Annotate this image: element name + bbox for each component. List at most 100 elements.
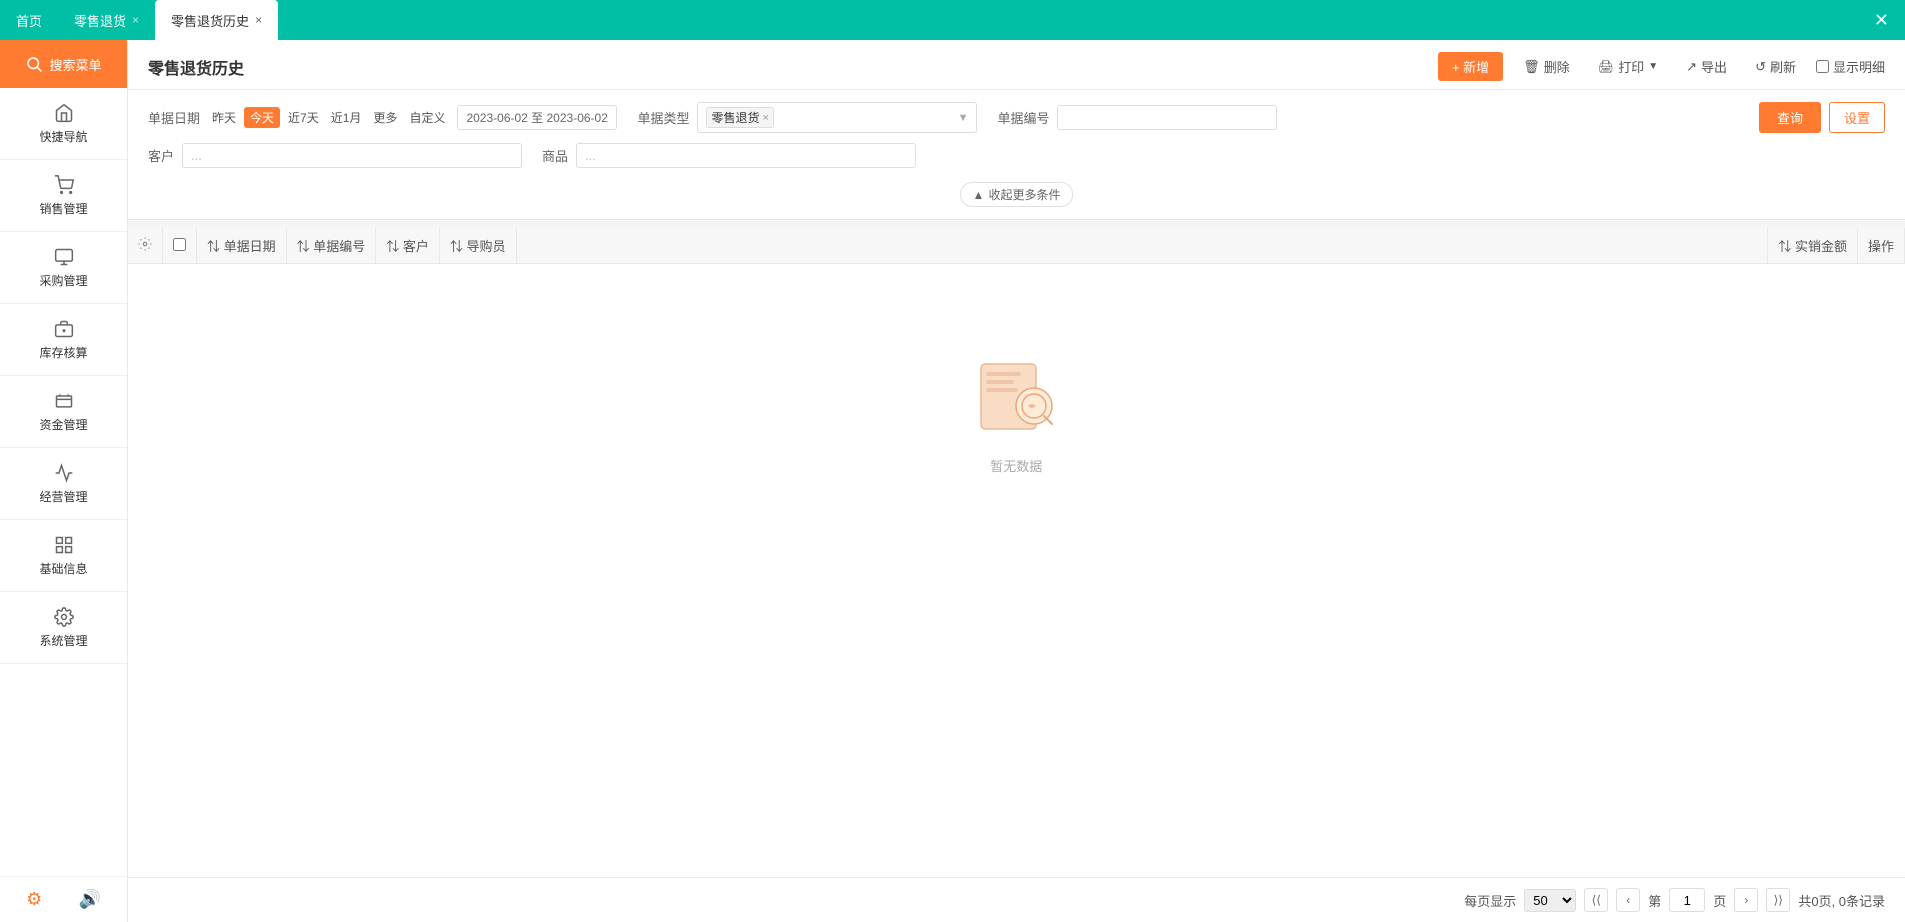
voucher-type-select[interactable]: 零售退货 × ▼: [697, 102, 977, 133]
collapse-button[interactable]: ▲ 收起更多条件: [960, 182, 1074, 207]
tab-retail-return[interactable]: 零售退货 ×: [58, 0, 155, 40]
tab-home[interactable]: 首页: [0, 0, 58, 40]
guide-col-label: ⇅ 导购员: [450, 239, 506, 254]
date-col-label: ⇅ 单据日期: [207, 239, 276, 254]
export-label: 导出: [1701, 57, 1727, 76]
voucher-type-tag-close[interactable]: ×: [762, 112, 768, 124]
print-label: 打印: [1618, 57, 1644, 76]
voucher-type-label: 单据类型: [637, 108, 689, 127]
goods-select[interactable]: ...: [576, 143, 916, 168]
goods-placeholder: ...: [585, 148, 596, 163]
print-button[interactable]: 🖨 打印 ▼: [1590, 53, 1666, 80]
sidebar-item-label: 快捷导航: [39, 128, 87, 145]
sidebar-item-sales[interactable]: 销售管理: [0, 160, 127, 232]
page-header: 零售退货历史 + 新增 🗑 删除 🖨 打印 ▼ ↗ 导出 ↺: [128, 40, 1905, 90]
tab-retail-return-close[interactable]: ×: [132, 13, 139, 27]
pagination-summary: 共0页, 0条记录: [1798, 891, 1885, 910]
date-opt-yesterday[interactable]: 昨天: [208, 107, 240, 128]
date-filter-group: 单据日期 昨天 今天 近7天 近1月 更多 自定义 2023-06-02 至 2…: [148, 105, 617, 130]
window-close-button[interactable]: ✕: [1858, 10, 1905, 31]
export-button[interactable]: ↗ 导出: [1678, 53, 1735, 80]
empty-state: 暂无数据: [128, 264, 1905, 555]
no-col-header[interactable]: ⇅ 单据编号: [286, 228, 376, 264]
spacer-col-header: [516, 228, 1768, 264]
date-opt-7days[interactable]: 近7天: [284, 107, 323, 128]
voucher-type-tag-label: 零售退货: [711, 109, 759, 126]
sidebar-search-label: 搜索菜单: [49, 55, 101, 74]
delete-icon: 🗑: [1523, 59, 1540, 75]
voucher-no-group: 单据编号: [997, 105, 1277, 130]
table-header-row: ⇅ 单据日期 ⇅ 单据编号 ⇅ 客户 ⇅ 导购员 ⇅: [128, 228, 1905, 264]
content-area: 零售退货历史 + 新增 🗑 删除 🖨 打印 ▼ ↗ 导出 ↺: [128, 40, 1905, 922]
tab-retail-return-history-close[interactable]: ×: [255, 13, 262, 27]
filter-action-buttons: 查询 设置: [1759, 102, 1885, 133]
date-opt-more[interactable]: 更多: [369, 107, 401, 128]
sales-icon: [53, 174, 75, 196]
amount-col-label: ⇅ 实销金额: [1778, 239, 1847, 254]
last-page-button[interactable]: ⟩⟩: [1766, 888, 1790, 912]
sidebar-item-finance[interactable]: 资金管理: [0, 376, 127, 448]
tab-list: 首页 零售退货 × 零售退货历史 ×: [0, 0, 1858, 40]
filter-area: 单据日期 昨天 今天 近7天 近1月 更多 自定义 2023-06-02 至 2…: [128, 90, 1905, 220]
sidebar-item-quick-nav[interactable]: 快捷导航: [0, 88, 127, 160]
voucher-no-input[interactable]: [1057, 105, 1277, 130]
data-table: ⇅ 单据日期 ⇅ 单据编号 ⇅ 客户 ⇅ 导购员 ⇅: [128, 228, 1905, 555]
sidebar-item-label: 销售管理: [39, 200, 87, 217]
customer-select[interactable]: ...: [182, 143, 522, 168]
per-page-label: 每页显示: [1464, 891, 1516, 910]
sidebar-item-inventory[interactable]: 库存核算: [0, 304, 127, 376]
action-col-header: 操作: [1857, 228, 1904, 264]
date-col-header[interactable]: ⇅ 单据日期: [197, 228, 287, 264]
settings-button[interactable]: 设置: [1829, 102, 1885, 133]
sidebar-item-label: 资金管理: [39, 416, 87, 433]
print-chevron-icon: ▼: [1648, 61, 1658, 72]
customer-placeholder: ...: [191, 148, 202, 163]
sidebar-item-purchase[interactable]: 采购管理: [0, 232, 127, 304]
page-input[interactable]: [1669, 888, 1705, 912]
print-icon: 🖨: [1598, 59, 1615, 75]
prev-page-button[interactable]: ‹: [1616, 888, 1640, 912]
tab-home-label: 首页: [16, 11, 42, 30]
next-page-button[interactable]: ›: [1734, 888, 1758, 912]
settings-col-header[interactable]: [128, 228, 163, 264]
tab-retail-return-history[interactable]: 零售退货历史 ×: [155, 0, 278, 40]
goods-label: 商品: [542, 146, 568, 165]
date-opt-today[interactable]: 今天: [244, 107, 280, 128]
first-page-button[interactable]: ⟨⟨: [1584, 888, 1608, 912]
audio-button[interactable]: 🔊: [78, 889, 100, 910]
guide-col-header[interactable]: ⇅ 导购员: [439, 228, 516, 264]
page-title: 零售退货历史: [148, 55, 244, 79]
sidebar-item-operations[interactable]: 经营管理: [0, 448, 127, 520]
refresh-button[interactable]: ↺ 刷新: [1747, 53, 1804, 80]
show-detail-input[interactable]: [1816, 60, 1829, 73]
sidebar-search[interactable]: 搜索菜单: [0, 40, 127, 88]
basic-info-icon: [53, 534, 75, 556]
no-col-label: ⇅ 单据编号: [297, 239, 366, 254]
finance-icon: [53, 390, 75, 412]
collapse-bar: ▲ 收起更多条件: [148, 178, 1885, 207]
customer-label: 客户: [148, 146, 174, 165]
system-icon: [53, 606, 75, 628]
show-detail-checkbox[interactable]: 显示明细: [1816, 57, 1885, 76]
sidebar-item-label: 库存核算: [39, 344, 87, 361]
sidebar-item-label: 基础信息: [39, 560, 87, 577]
date-opt-1month[interactable]: 近1月: [327, 107, 366, 128]
per-page-select[interactable]: 50 10 20 100: [1524, 889, 1576, 912]
customer-col-label: ⇅ 客户: [386, 239, 429, 254]
goods-filter-group: 商品 ...: [542, 143, 916, 168]
delete-button[interactable]: 🗑 删除: [1515, 53, 1578, 80]
add-button[interactable]: + 新增: [1438, 52, 1503, 81]
amount-col-header[interactable]: ⇅ 实销金额: [1768, 228, 1858, 264]
page-suffix: 页: [1713, 891, 1726, 910]
customer-col-header[interactable]: ⇅ 客户: [376, 228, 440, 264]
settings-gear-button[interactable]: ⚙: [26, 889, 42, 910]
date-opt-custom[interactable]: 自定义: [405, 107, 449, 128]
select-all-checkbox[interactable]: [173, 238, 186, 251]
main-layout: 搜索菜单 快捷导航 销售管理 采购管理 库存核算: [0, 40, 1905, 922]
sidebar-item-basic-info[interactable]: 基础信息: [0, 520, 127, 592]
date-range-input[interactable]: 2023-06-02 至 2023-06-02: [457, 105, 617, 130]
sidebar-item-system[interactable]: 系统管理: [0, 592, 127, 664]
empty-state-text: 暂无数据: [990, 456, 1042, 475]
query-button[interactable]: 查询: [1759, 102, 1821, 133]
checkbox-col-header[interactable]: [163, 228, 197, 264]
